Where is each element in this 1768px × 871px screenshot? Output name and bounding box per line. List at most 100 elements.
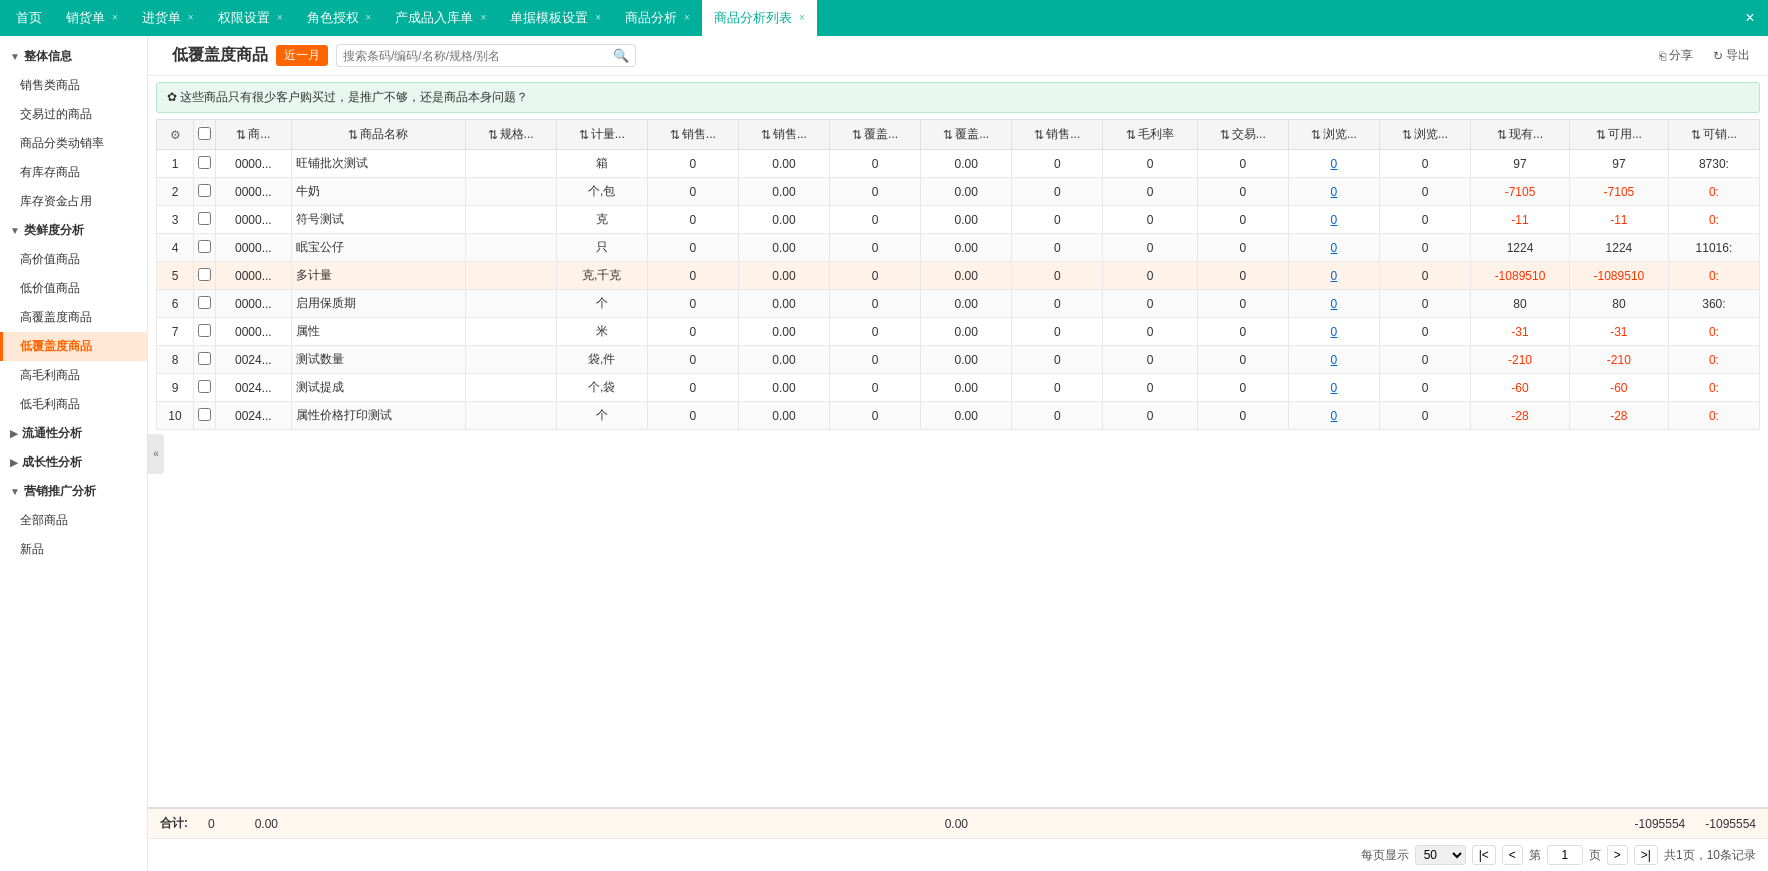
row-checkbox-input[interactable] bbox=[198, 240, 211, 253]
sidebar-item-traded-goods[interactable]: 交易过的商品 bbox=[0, 100, 147, 129]
nav-role[interactable]: 角色授权 × bbox=[295, 0, 384, 36]
row-browse1[interactable]: 0 bbox=[1288, 402, 1379, 430]
sidebar-item-new-goods[interactable]: 新品 bbox=[0, 535, 147, 564]
unit-column-header[interactable]: ⇅计量... bbox=[556, 120, 647, 150]
sidebar-item-stock-capital[interactable]: 库存资金占用 bbox=[0, 187, 147, 216]
select-all-checkbox[interactable] bbox=[198, 127, 211, 140]
sidebar-item-sales-goods[interactable]: 销售类商品 bbox=[0, 71, 147, 100]
close-icon[interactable]: × bbox=[799, 0, 805, 36]
row-checkbox[interactable] bbox=[194, 150, 216, 178]
sidebar-item-category-sales-rate[interactable]: 商品分类动销率 bbox=[0, 129, 147, 158]
search-icon[interactable]: 🔍 bbox=[613, 48, 629, 63]
row-browse1[interactable]: 0 bbox=[1288, 150, 1379, 178]
row-checkbox[interactable] bbox=[194, 290, 216, 318]
nav-template[interactable]: 单据模板设置 × bbox=[498, 0, 613, 36]
row-browse1[interactable]: 0 bbox=[1288, 374, 1379, 402]
row-checkbox-input[interactable] bbox=[198, 408, 211, 421]
row-browse1[interactable]: 0 bbox=[1288, 234, 1379, 262]
browse2-column-header[interactable]: ⇅浏览... bbox=[1379, 120, 1470, 150]
sidebar-group-growth[interactable]: ▶ 成长性分析 bbox=[0, 448, 147, 477]
close-icon[interactable]: × bbox=[112, 0, 118, 36]
coverage2-column-header[interactable]: ⇅覆盖... bbox=[921, 120, 1012, 150]
close-icon[interactable]: × bbox=[684, 0, 690, 36]
next-page-button[interactable]: > bbox=[1607, 845, 1628, 865]
period-button[interactable]: 近一月 bbox=[276, 45, 328, 66]
sidebar-item-low-value[interactable]: 低价值商品 bbox=[0, 274, 147, 303]
close-icon[interactable]: × bbox=[188, 0, 194, 36]
row-no: 10 bbox=[157, 402, 194, 430]
row-browse1[interactable]: 0 bbox=[1288, 318, 1379, 346]
available-stock-column-header[interactable]: ⇅可用... bbox=[1569, 120, 1668, 150]
last-page-button[interactable]: >| bbox=[1634, 845, 1658, 865]
sales-amt-column-header[interactable]: ⇅销售... bbox=[738, 120, 829, 150]
close-icon[interactable]: × bbox=[277, 0, 283, 36]
trade-column-header[interactable]: ⇅交易... bbox=[1197, 120, 1288, 150]
row-checkbox-input[interactable] bbox=[198, 184, 211, 197]
page-size-select[interactable]: 50 20 100 bbox=[1415, 845, 1466, 865]
saleable-column-header[interactable]: ⇅可销... bbox=[1668, 120, 1759, 150]
row-checkbox[interactable] bbox=[194, 206, 216, 234]
row-checkbox-input[interactable] bbox=[198, 296, 211, 309]
sidebar-group-freshness[interactable]: ▼ 类鲜度分析 bbox=[0, 216, 147, 245]
search-input[interactable] bbox=[343, 49, 613, 63]
close-icon[interactable]: × bbox=[480, 0, 486, 36]
row-checkbox-input[interactable] bbox=[198, 352, 211, 365]
table-container[interactable]: ⚙ ⇅商... ⇅商品名称 ⇅规格... bbox=[148, 119, 1768, 807]
export-button[interactable]: ↻ 导出 bbox=[1707, 44, 1756, 67]
settings-icon[interactable]: ⚙ bbox=[170, 128, 181, 142]
row-checkbox[interactable] bbox=[194, 318, 216, 346]
share-button[interactable]: ⎗ 分享 bbox=[1653, 44, 1699, 67]
sidebar-group-circulation[interactable]: ▶ 流通性分析 bbox=[0, 419, 147, 448]
sidebar-item-in-stock-goods[interactable]: 有库存商品 bbox=[0, 158, 147, 187]
close-icon[interactable]: × bbox=[366, 0, 372, 36]
sidebar-item-low-profit[interactable]: 低毛利商品 bbox=[0, 390, 147, 419]
coverage1-column-header[interactable]: ⇅覆盖... bbox=[830, 120, 921, 150]
close-icon[interactable]: × bbox=[595, 0, 601, 36]
row-checkbox[interactable] bbox=[194, 346, 216, 374]
nav-permission[interactable]: 权限设置 × bbox=[206, 0, 295, 36]
row-checkbox-input[interactable] bbox=[198, 212, 211, 225]
row-checkbox-input[interactable] bbox=[198, 380, 211, 393]
name-column-header[interactable]: ⇅商品名称 bbox=[291, 120, 465, 150]
row-checkbox[interactable] bbox=[194, 178, 216, 206]
settings-column-header[interactable]: ⚙ bbox=[157, 120, 194, 150]
row-checkbox[interactable] bbox=[194, 374, 216, 402]
row-browse1[interactable]: 0 bbox=[1288, 346, 1379, 374]
row-browse1[interactable]: 0 bbox=[1288, 178, 1379, 206]
current-page-input[interactable] bbox=[1547, 845, 1583, 865]
prev-page-button[interactable]: < bbox=[1502, 845, 1523, 865]
checkbox-column-header[interactable] bbox=[194, 120, 216, 150]
current-stock-column-header[interactable]: ⇅现有... bbox=[1471, 120, 1570, 150]
window-close-button[interactable]: × bbox=[1736, 4, 1764, 32]
first-page-button[interactable]: |< bbox=[1472, 845, 1496, 865]
row-checkbox[interactable] bbox=[194, 262, 216, 290]
row-checkbox[interactable] bbox=[194, 402, 216, 430]
nav-sales-order[interactable]: 销货单 × bbox=[54, 0, 130, 36]
row-browse1[interactable]: 0 bbox=[1288, 290, 1379, 318]
nav-product-analysis[interactable]: 商品分析 × bbox=[613, 0, 702, 36]
sidebar-item-low-coverage[interactable]: 低覆盖度商品 bbox=[0, 332, 147, 361]
row-checkbox-input[interactable] bbox=[198, 324, 211, 337]
code-column-header[interactable]: ⇅商... bbox=[216, 120, 292, 150]
spec-column-header[interactable]: ⇅规格... bbox=[465, 120, 556, 150]
sales-days-column-header[interactable]: ⇅销售... bbox=[1012, 120, 1103, 150]
browse1-column-header[interactable]: ⇅浏览... bbox=[1288, 120, 1379, 150]
nav-purchase-order[interactable]: 进货单 × bbox=[130, 0, 206, 36]
nav-home[interactable]: 首页 bbox=[4, 0, 54, 36]
row-browse1[interactable]: 0 bbox=[1288, 206, 1379, 234]
row-checkbox[interactable] bbox=[194, 234, 216, 262]
row-browse1[interactable]: 0 bbox=[1288, 262, 1379, 290]
row-checkbox-input[interactable] bbox=[198, 268, 211, 281]
sidebar-collapse-button[interactable]: « bbox=[148, 434, 164, 474]
sidebar-item-all-goods[interactable]: 全部商品 bbox=[0, 506, 147, 535]
sidebar-group-overview[interactable]: ▼ 整体信息 bbox=[0, 42, 147, 71]
nav-product-analysis-list[interactable]: 商品分析列表 × bbox=[702, 0, 817, 36]
sales-qty-column-header[interactable]: ⇅销售... bbox=[647, 120, 738, 150]
gross-rate-column-header[interactable]: ⇅毛利率 bbox=[1103, 120, 1197, 150]
sidebar-item-high-coverage[interactable]: 高覆盖度商品 bbox=[0, 303, 147, 332]
sidebar-group-marketing[interactable]: ▼ 营销推广分析 bbox=[0, 477, 147, 506]
sidebar-item-high-value[interactable]: 高价值商品 bbox=[0, 245, 147, 274]
sidebar-item-high-profit[interactable]: 高毛利商品 bbox=[0, 361, 147, 390]
nav-product-warehousing[interactable]: 产成品入库单 × bbox=[383, 0, 498, 36]
row-checkbox-input[interactable] bbox=[198, 156, 211, 169]
